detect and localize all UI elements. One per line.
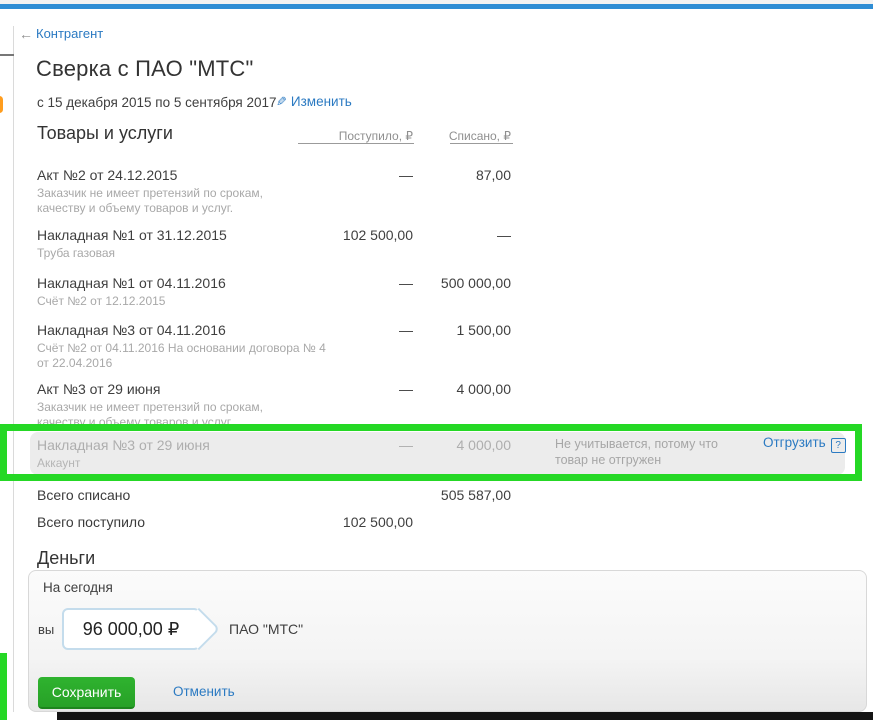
row-written-off: 4 000,00 xyxy=(456,381,512,397)
column-header-received: Поступило, ₽ xyxy=(338,129,413,143)
back-link[interactable]: Контрагент xyxy=(36,26,103,41)
row-title: Накладная №1 от 31.12.2015 xyxy=(37,227,227,243)
row-subtitle: Счёт №2 от 12.12.2015 xyxy=(37,294,166,308)
row-written-off: 1 500,00 xyxy=(456,322,512,338)
today-card: На сегодня вы 96 000,00 ₽ ПАО "МТС" Сохр… xyxy=(28,570,867,712)
left-tick-mark xyxy=(0,54,14,56)
amount-input[interactable]: 96 000,00 ₽ xyxy=(62,608,200,650)
row-title: Накладная №3 от 04.11.2016 xyxy=(37,322,226,338)
row-received: — xyxy=(399,167,413,183)
row-subtitle: Заказчик не имеет претензий по срокам, к… xyxy=(37,186,263,216)
pencil-icon: ✎ xyxy=(276,94,287,109)
section-title-goods: Товары и услуги xyxy=(37,123,173,143)
page-title: Сверка с ПАО "МТС" xyxy=(36,56,254,81)
row-title: Акт №2 от 24.12.2015 xyxy=(37,167,178,183)
row-received: — xyxy=(399,381,413,397)
row-subtitle: Счёт №2 от 04.11.2016 На основании догов… xyxy=(37,341,326,371)
top-blue-bar xyxy=(0,4,873,9)
left-divider xyxy=(13,26,14,712)
section-title-money: Деньги xyxy=(37,548,96,568)
total-written-off-value: 505 587,00 xyxy=(440,487,511,503)
row-received: 102 500,00 xyxy=(342,227,413,243)
period-text: с 15 декабря 2015 по 5 сентября 2017 xyxy=(37,95,277,110)
column-underline-received xyxy=(298,143,414,144)
annotation-green-strip xyxy=(0,653,7,720)
orange-edge-badge xyxy=(0,96,3,113)
column-header-written-off: Списано, ₽ xyxy=(448,129,511,143)
cancel-link[interactable]: Отменить xyxy=(173,684,235,699)
bottom-black-bar xyxy=(57,712,873,720)
row-written-off: — xyxy=(497,227,511,243)
edit-link[interactable]: Изменить xyxy=(291,94,352,109)
row-written-off: 500 000,00 xyxy=(440,275,511,291)
row-received: — xyxy=(399,322,413,338)
screen: ← Контрагент Сверка с ПАО "МТС" с 15 дек… xyxy=(0,0,873,720)
save-button[interactable]: Сохранить xyxy=(38,677,135,709)
row-title: Накладная №1 от 04.11.2016 xyxy=(37,275,226,291)
back-arrow-icon[interactable]: ← xyxy=(19,26,33,42)
edit-period[interactable]: ✎ Изменить xyxy=(276,94,352,110)
row-written-off: 87,00 xyxy=(475,167,511,183)
total-written-off-label: Всего списано xyxy=(37,487,131,503)
total-received-value: 102 500,00 xyxy=(342,514,413,530)
column-underline-written-off xyxy=(450,143,513,144)
total-received-label: Всего поступило xyxy=(37,514,146,530)
row-subtitle: Труба газовая xyxy=(37,246,116,260)
today-label: На сегодня xyxy=(43,580,113,595)
row-received: — xyxy=(399,275,413,291)
you-label: вы xyxy=(38,622,55,637)
annotation-green-box xyxy=(0,424,862,481)
row-title: Акт №3 от 29 июня xyxy=(37,381,161,397)
counterparty-name: ПАО "МТС" xyxy=(229,621,304,637)
